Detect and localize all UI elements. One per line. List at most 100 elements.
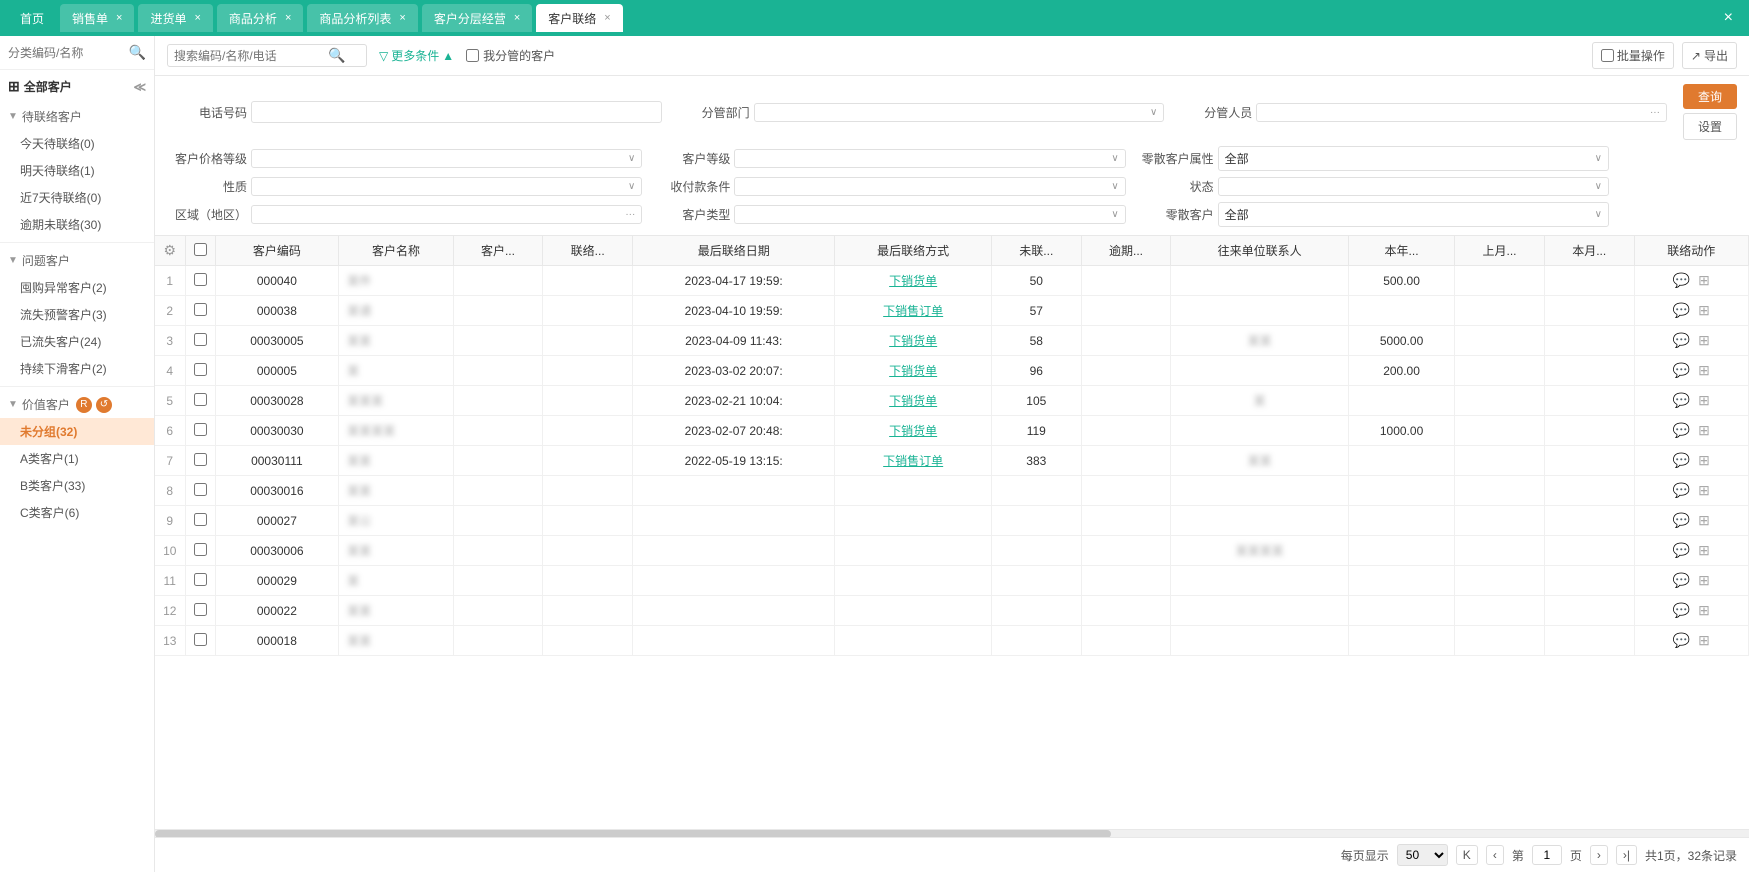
row-checkbox[interactable] (194, 573, 207, 586)
manager-select[interactable]: ··· (1256, 103, 1667, 122)
sidebar-item-7days[interactable]: 近7天待联络(0) (0, 184, 154, 211)
close-all-tabs[interactable]: × (1716, 9, 1741, 27)
sidebar-search-icon[interactable]: 🔍 (129, 44, 146, 61)
row-check[interactable] (185, 596, 215, 626)
close-tab-customer-tier[interactable]: × (514, 12, 520, 24)
search-input[interactable] (174, 49, 324, 63)
search-box[interactable]: 🔍 (167, 44, 367, 67)
next-page-btn[interactable]: › (1590, 845, 1608, 865)
grid-icon[interactable]: ⊞ (1698, 422, 1710, 439)
all-customers-header[interactable]: ⊞ 全部客户 ≪ (0, 70, 154, 103)
row-checkbox[interactable] (194, 543, 207, 556)
group-pending-contact[interactable]: ▼ 待联络客户 (0, 103, 154, 130)
search-btn-icon[interactable]: 🔍 (328, 47, 345, 64)
sidebar-search-input[interactable] (8, 46, 125, 60)
page-size-select[interactable]: 50 100 200 (1397, 844, 1448, 866)
row-check[interactable] (185, 566, 215, 596)
sidebar-item-b-class[interactable]: B类客户(33) (0, 472, 154, 499)
message-icon[interactable]: 💬 (1673, 542, 1690, 559)
grid-icon[interactable]: ⊞ (1698, 452, 1710, 469)
message-icon[interactable]: 💬 (1673, 482, 1690, 499)
tab-product-analysis[interactable]: 商品分析 × (217, 4, 303, 32)
close-tab-customer-contact[interactable]: × (604, 12, 610, 24)
message-icon[interactable]: 💬 (1673, 632, 1690, 649)
last-method-link[interactable]: 下销售订单 (883, 454, 943, 468)
price-level-select[interactable]: ∨ (251, 149, 642, 168)
last-method-link[interactable]: 下销货单 (889, 334, 937, 348)
message-icon[interactable]: 💬 (1673, 452, 1690, 469)
grid-icon[interactable]: ⊞ (1698, 512, 1710, 529)
row-check[interactable] (185, 536, 215, 566)
first-page-btn[interactable]: K (1456, 845, 1478, 865)
export-btn[interactable]: ↗ 导出 (1682, 42, 1737, 69)
row-check[interactable] (185, 266, 215, 296)
batch-check[interactable] (1601, 49, 1614, 62)
page-input[interactable] (1532, 845, 1562, 865)
status-select[interactable]: ∨ (1218, 177, 1609, 196)
tab-sales[interactable]: 销售单 × (60, 4, 134, 32)
close-tab-sales[interactable]: × (116, 12, 122, 24)
customer-type-select[interactable]: ∨ (734, 205, 1125, 224)
payment-select[interactable]: ∨ (734, 177, 1125, 196)
row-checkbox[interactable] (194, 273, 207, 286)
col-check-all[interactable] (185, 236, 215, 266)
scattered-attr-select[interactable]: 全部 ∨ (1218, 146, 1609, 171)
message-icon[interactable]: 💬 (1673, 272, 1690, 289)
row-last-method[interactable]: 下销货单 (835, 416, 992, 446)
last-page-btn[interactable]: ›| (1616, 845, 1637, 865)
grid-icon[interactable]: ⊞ (1698, 572, 1710, 589)
query-btn[interactable]: 查询 (1683, 84, 1737, 109)
grid-icon[interactable]: ⊞ (1698, 632, 1710, 649)
sidebar-item-tomorrow[interactable]: 明天待联络(1) (0, 157, 154, 184)
last-method-link[interactable]: 下销货单 (889, 394, 937, 408)
sidebar-item-today[interactable]: 今天待联络(0) (0, 130, 154, 157)
tab-customer-contact[interactable]: 客户联络 × (536, 4, 622, 32)
message-icon[interactable]: 💬 (1673, 602, 1690, 619)
message-icon[interactable]: 💬 (1673, 512, 1690, 529)
horizontal-scrollbar[interactable] (155, 829, 1749, 837)
row-checkbox[interactable] (194, 633, 207, 646)
row-checkbox[interactable] (194, 483, 207, 496)
my-customers-checkbox[interactable]: 我分管的客户 (466, 47, 555, 64)
last-method-link[interactable]: 下销货单 (889, 364, 937, 378)
row-checkbox[interactable] (194, 393, 207, 406)
customer-level-select[interactable]: ∨ (734, 149, 1125, 168)
row-checkbox[interactable] (194, 453, 207, 466)
last-method-link[interactable]: 下销货单 (889, 424, 937, 438)
grid-icon[interactable]: ⊞ (1698, 602, 1710, 619)
message-icon[interactable]: 💬 (1673, 302, 1690, 319)
row-checkbox[interactable] (194, 423, 207, 436)
row-last-method[interactable]: 下销货单 (835, 326, 992, 356)
row-checkbox[interactable] (194, 513, 207, 526)
row-last-method[interactable]: 下销货单 (835, 266, 992, 296)
group-problem-customers[interactable]: ▼ 问题客户 (0, 247, 154, 274)
row-check[interactable] (185, 356, 215, 386)
row-checkbox[interactable] (194, 603, 207, 616)
grid-icon[interactable]: ⊞ (1698, 272, 1710, 289)
row-last-method[interactable]: 下销售订单 (835, 296, 992, 326)
nature-select[interactable]: ∨ (251, 177, 642, 196)
tab-customer-tier[interactable]: 客户分层经营 × (422, 4, 532, 32)
more-conditions-btn[interactable]: ▽ 更多条件 ▲ (379, 47, 454, 64)
sidebar-item-a-class[interactable]: A类客户(1) (0, 445, 154, 472)
my-customers-check[interactable] (466, 49, 479, 62)
row-last-method[interactable]: 下销货单 (835, 356, 992, 386)
sidebar-item-c-class[interactable]: C类客户(6) (0, 499, 154, 526)
sidebar-item-ungroup[interactable]: 未分组(32) (0, 418, 154, 445)
dept-select[interactable]: ∨ (754, 103, 1165, 122)
grid-icon[interactable]: ⊞ (1698, 392, 1710, 409)
message-icon[interactable]: 💬 (1673, 332, 1690, 349)
col-settings[interactable]: ⚙ (155, 236, 185, 266)
region-select[interactable]: ··· (251, 205, 642, 224)
group-value-customers[interactable]: ▼ 价值客户 R ↺ (0, 391, 154, 418)
close-tab-purchase[interactable]: × (194, 12, 200, 24)
sidebar-item-hoard-abnormal[interactable]: 囤购异常客户(2) (0, 274, 154, 301)
last-method-link[interactable]: 下销货单 (889, 274, 937, 288)
sidebar-item-churned[interactable]: 已流失客户(24) (0, 328, 154, 355)
phone-input[interactable] (251, 101, 662, 123)
row-check[interactable] (185, 476, 215, 506)
row-check[interactable] (185, 506, 215, 536)
batch-op-btn[interactable]: 批量操作 (1592, 42, 1674, 69)
sidebar-search-box[interactable]: 🔍 (0, 36, 154, 70)
sidebar-item-overdue[interactable]: 逾期未联络(30) (0, 211, 154, 238)
